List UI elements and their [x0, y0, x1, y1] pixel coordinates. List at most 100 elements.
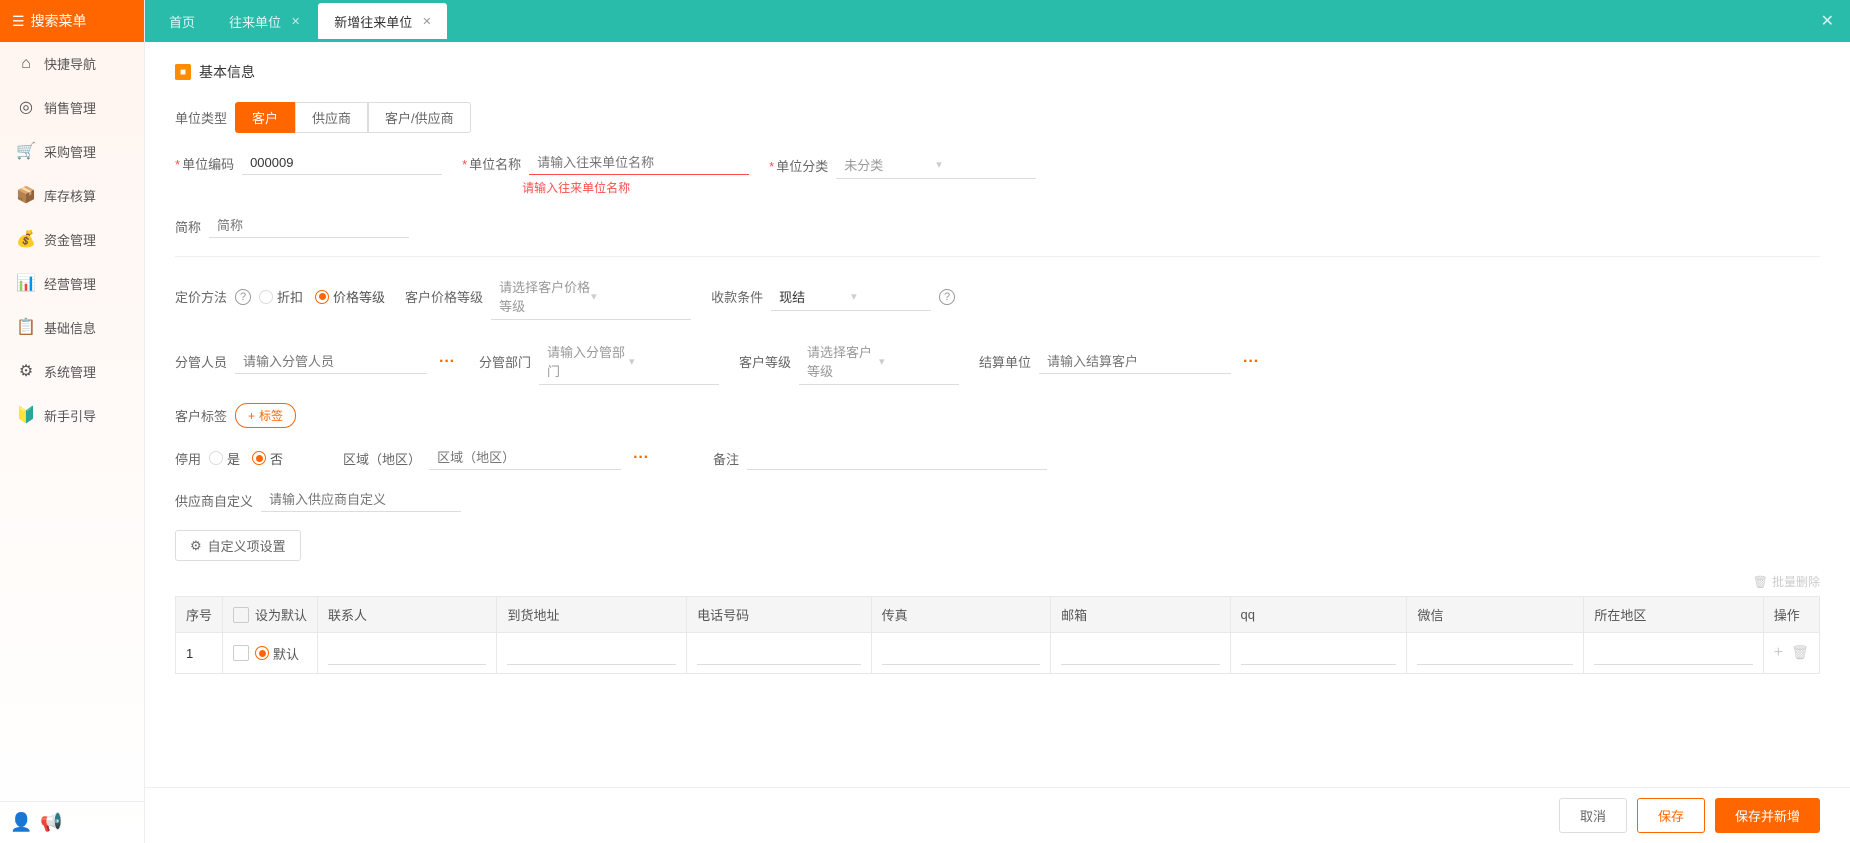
- row-phone[interactable]: [687, 633, 872, 674]
- manager-row: 分管人员 ··· 分管部门 请输入分管部门 ▾ 客户等级 请选择客户等级 ▾ 结…: [175, 338, 1820, 385]
- supplier-custom-input[interactable]: [261, 488, 461, 512]
- email-input[interactable]: [1061, 641, 1219, 665]
- row-qq[interactable]: [1230, 633, 1407, 674]
- tab-new-partner-label: 新增往来单位: [334, 12, 412, 31]
- settlement-dots-icon[interactable]: ···: [1239, 353, 1263, 371]
- manager-input[interactable]: [235, 350, 427, 374]
- settlement-unit-input[interactable]: [1039, 350, 1231, 374]
- close-partners-icon[interactable]: ✕: [291, 15, 300, 28]
- customer-price-level-label: 客户价格等级: [405, 287, 483, 306]
- add-row-icon[interactable]: +: [1774, 644, 1783, 662]
- manager-dots-icon[interactable]: ···: [435, 353, 459, 371]
- remark-input[interactable]: [747, 446, 1047, 470]
- row-contact[interactable]: [318, 633, 497, 674]
- cancel-button[interactable]: 取消: [1559, 798, 1627, 833]
- sidebar-item-quick-nav[interactable]: ⌂ 快捷导航: [0, 42, 144, 85]
- unit-code-input[interactable]: [242, 151, 442, 175]
- radio-price-level[interactable]: 价格等级: [315, 287, 385, 306]
- pricing-help-icon[interactable]: ?: [235, 289, 251, 305]
- phone-input[interactable]: [697, 641, 861, 665]
- close-new-partner-icon[interactable]: ✕: [422, 15, 431, 28]
- department-group: 分管部门 请输入分管部门 ▾: [479, 338, 719, 385]
- supplier-custom-group: 供应商自定义: [175, 488, 461, 512]
- customer-price-level-select[interactable]: 请选择客户价格等级 ▾: [491, 273, 691, 320]
- customer-tag-row: 客户标签 + 标签: [175, 403, 1820, 428]
- basic-info-icon: 📋: [16, 317, 36, 337]
- short-name-input[interactable]: [209, 214, 409, 238]
- sidebar-item-basic-info[interactable]: 📋 基础信息: [0, 305, 144, 349]
- tab-partners-label: 往来单位: [229, 12, 281, 31]
- disable-label: 停用: [175, 449, 201, 468]
- short-name-group: 简称: [175, 214, 409, 238]
- search-icon: ☰: [12, 13, 25, 30]
- notification-icon[interactable]: 📢: [40, 812, 62, 833]
- row-address[interactable]: [497, 633, 687, 674]
- region-dots-icon[interactable]: ···: [629, 449, 653, 467]
- row-email[interactable]: [1051, 633, 1230, 674]
- user-icon[interactable]: 👤: [10, 812, 32, 833]
- radio-no[interactable]: 否: [252, 449, 283, 468]
- settlement-unit-group: 结算单位 ···: [979, 350, 1263, 374]
- type-btn-both[interactable]: 客户/供应商: [368, 102, 471, 133]
- radio-discount[interactable]: 折扣: [259, 287, 303, 306]
- unit-name-input[interactable]: [529, 151, 749, 175]
- qq-input[interactable]: [1241, 641, 1397, 665]
- custom-settings-button[interactable]: ⚙ 自定义项设置: [175, 530, 301, 561]
- tab-bar-close-icon[interactable]: ✕: [1813, 11, 1842, 31]
- unit-code-group: *单位编码: [175, 151, 442, 175]
- col-contact: 联系人: [318, 597, 497, 633]
- radio-yes[interactable]: 是: [209, 449, 240, 468]
- customer-level-select[interactable]: 请选择客户等级 ▾: [799, 338, 959, 385]
- col-default: 设为默认: [223, 597, 318, 633]
- fax-input[interactable]: [882, 641, 1040, 665]
- sidebar-bottom: 👤 📢: [0, 801, 144, 843]
- unit-category-select[interactable]: 未分类 ▾: [836, 151, 1036, 179]
- row-wechat[interactable]: [1407, 633, 1584, 674]
- radio-yes-label: 是: [227, 449, 240, 468]
- tab-partners[interactable]: 往来单位 ✕: [213, 3, 316, 39]
- radio-default[interactable]: 默认: [255, 644, 299, 663]
- type-btn-supplier[interactable]: 供应商: [295, 102, 368, 133]
- col-action: 操作: [1763, 597, 1819, 633]
- guide-icon: 🔰: [16, 405, 36, 425]
- select-all-checkbox[interactable]: [233, 607, 249, 623]
- department-select[interactable]: 请输入分管部门 ▾: [539, 338, 719, 385]
- short-name-label: 简称: [175, 217, 201, 236]
- payment-terms-select[interactable]: 现结 ▾: [771, 283, 931, 311]
- sidebar-item-sales[interactable]: ◎ 销售管理: [0, 85, 144, 129]
- sidebar-item-guide[interactable]: 🔰 新手引导: [0, 393, 144, 437]
- sidebar-item-purchase[interactable]: 🛒 采购管理: [0, 129, 144, 173]
- sidebar-item-inventory[interactable]: 📦 库存核算: [0, 173, 144, 217]
- payment-terms-help-icon[interactable]: ?: [939, 289, 955, 305]
- row-region-input[interactable]: [1594, 641, 1752, 665]
- region-input[interactable]: [429, 446, 621, 470]
- disable-group: 停用 是 否: [175, 449, 283, 468]
- sidebar-item-finance[interactable]: 💰 资金管理: [0, 217, 144, 261]
- radio-no-label: 否: [270, 449, 283, 468]
- row-fax[interactable]: [871, 633, 1050, 674]
- save-new-button[interactable]: 保存并新增: [1715, 798, 1820, 833]
- sidebar-search[interactable]: ☰ 搜索菜单: [0, 0, 144, 42]
- delete-row-icon[interactable]: 🗑: [1791, 644, 1809, 662]
- radio-no-dot: [256, 455, 263, 462]
- tag-btn-label: 标签: [259, 407, 283, 424]
- radio-default-dot: [259, 650, 266, 657]
- row-checkbox[interactable]: [233, 645, 249, 661]
- unit-category-group: *单位分类 未分类 ▾: [769, 151, 1036, 179]
- type-btn-customer[interactable]: 客户: [235, 102, 295, 133]
- add-tag-button[interactable]: + 标签: [235, 403, 296, 428]
- sidebar-item-operations[interactable]: 📊 经营管理: [0, 261, 144, 305]
- customer-level-placeholder: 请选择客户等级: [807, 342, 879, 380]
- address-input[interactable]: [507, 641, 676, 665]
- col-region: 所在地区: [1584, 597, 1763, 633]
- wechat-input[interactable]: [1417, 641, 1573, 665]
- contact-input[interactable]: [328, 641, 486, 665]
- trash-icon: 🗑: [1753, 575, 1768, 589]
- tab-home[interactable]: 首页: [153, 3, 211, 39]
- row-region[interactable]: [1584, 633, 1763, 674]
- tab-new-partner[interactable]: 新增往来单位 ✕: [318, 3, 447, 39]
- save-button[interactable]: 保存: [1637, 798, 1705, 833]
- home-icon: ⌂: [16, 55, 36, 73]
- sidebar-item-system[interactable]: ⚙ 系统管理: [0, 349, 144, 393]
- batch-delete-label[interactable]: 批量删除: [1772, 573, 1820, 590]
